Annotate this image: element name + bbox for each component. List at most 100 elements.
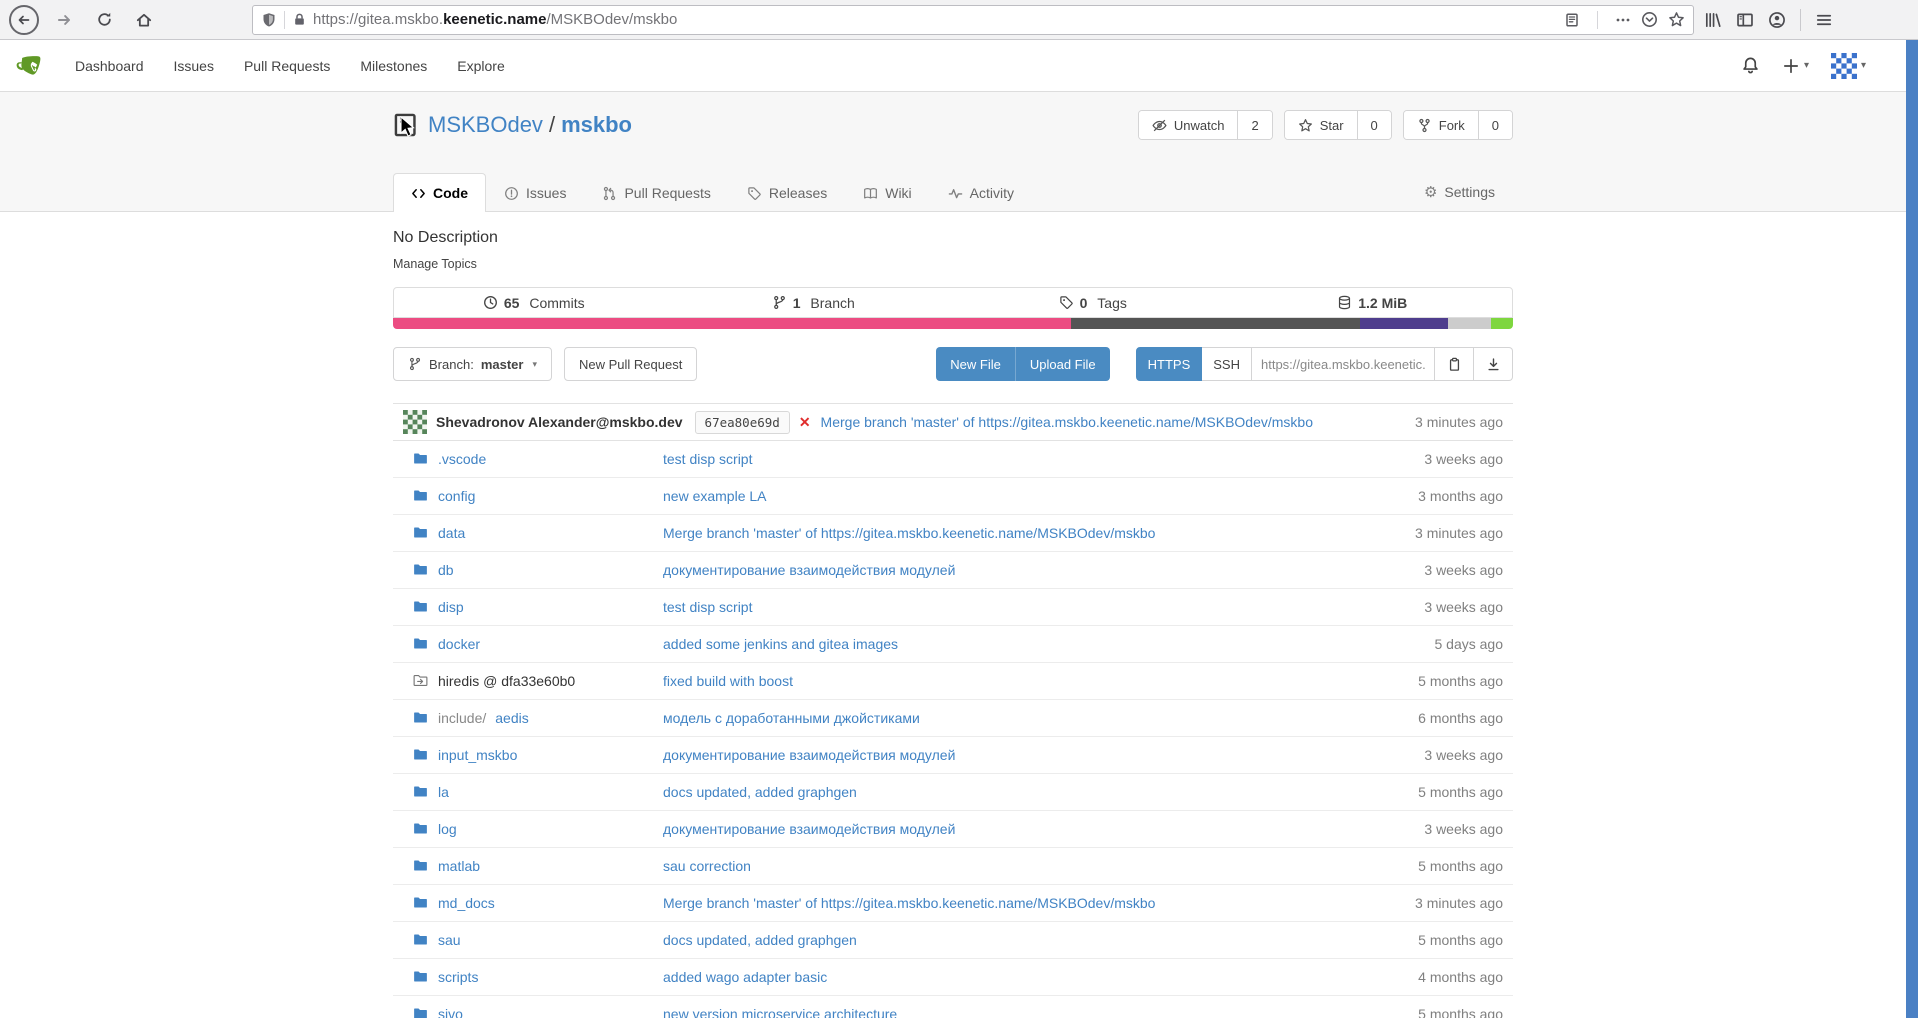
- tab-settings[interactable]: ⚙ Settings: [1406, 171, 1513, 212]
- home-button[interactable]: [128, 4, 160, 36]
- tab-label: Wiki: [885, 185, 912, 201]
- ssh-button[interactable]: SSH: [1202, 347, 1252, 381]
- nav-item-pull-requests[interactable]: Pull Requests: [229, 40, 345, 91]
- gitea-logo[interactable]: [16, 51, 46, 81]
- folder-icon: [413, 821, 429, 837]
- repo-name-link[interactable]: mskbo: [561, 112, 632, 137]
- upload-file-button[interactable]: Upload File: [1014, 347, 1110, 381]
- nav-item-explore[interactable]: Explore: [442, 40, 519, 91]
- fork-button[interactable]: Fork: [1403, 111, 1478, 139]
- manage-topics-link[interactable]: Manage Topics: [393, 257, 477, 271]
- unwatch-count[interactable]: 2: [1237, 111, 1272, 139]
- tab-wiki[interactable]: Wiki: [845, 173, 929, 212]
- branch-icon: [772, 295, 787, 310]
- file-link-sivo[interactable]: sivo: [438, 1006, 463, 1018]
- star-count[interactable]: 0: [1356, 111, 1391, 139]
- file-link-matlab[interactable]: matlab: [438, 858, 480, 874]
- stat-branch[interactable]: 1 Branch: [674, 288, 954, 317]
- file-commit-message-link[interactable]: Merge branch 'master' of https://gitea.m…: [663, 525, 1155, 541]
- file-commit-message-link[interactable]: Merge branch 'master' of https://gitea.m…: [663, 895, 1155, 911]
- latest-commit-row: Shevadronov Alexander@mskbo.dev 67ea80e6…: [393, 403, 1513, 441]
- nav-item-milestones[interactable]: Milestones: [345, 40, 442, 91]
- back-button[interactable]: [8, 4, 40, 36]
- new-file-button[interactable]: New File: [936, 347, 1015, 381]
- sidebar-icon[interactable]: [1736, 11, 1754, 29]
- file-commit-message-link[interactable]: sau correction: [663, 858, 751, 874]
- chevron-down-icon: ▾: [532, 358, 537, 369]
- commit-sha-link[interactable]: 67ea80e69d: [694, 410, 790, 434]
- pocket-icon[interactable]: [1641, 11, 1658, 28]
- file-commit-message-link[interactable]: test disp script: [663, 451, 752, 467]
- file-name-cell: include/aedis: [413, 710, 663, 726]
- notifications-button[interactable]: [1741, 56, 1760, 75]
- file-link-vscode[interactable]: .vscode: [438, 451, 486, 467]
- branch-dropdown[interactable]: Branch: master ▾: [393, 347, 552, 381]
- https-button[interactable]: HTTPS: [1135, 347, 1203, 381]
- page-scrollbar[interactable]: [1906, 40, 1918, 1018]
- file-link-la[interactable]: la: [438, 784, 449, 800]
- reader-mode-icon[interactable]: [1564, 12, 1580, 28]
- tab-pull-requests[interactable]: Pull Requests: [584, 173, 728, 212]
- create-new-button[interactable]: ▾: [1782, 57, 1809, 75]
- file-link-config[interactable]: config: [438, 488, 475, 504]
- stat-commits[interactable]: 65 Commits: [394, 288, 674, 317]
- file-commit-message-link[interactable]: docs updated, added graphgen: [663, 932, 857, 948]
- star-button[interactable]: Star: [1284, 111, 1357, 139]
- url-separator: [284, 10, 285, 29]
- tab-code[interactable]: Code: [393, 173, 486, 212]
- file-name-cell: .vscode: [413, 451, 663, 467]
- file-commit-message-link[interactable]: модель с доработанными джойстиками: [663, 710, 920, 726]
- file-link-sau[interactable]: sau: [438, 932, 461, 948]
- file-commit-message-link[interactable]: docs updated, added graphgen: [663, 784, 857, 800]
- file-commit-message-link[interactable]: документирование взаимодействия модулей: [663, 562, 955, 578]
- file-message-cell: Merge branch 'master' of https://gitea.m…: [663, 525, 1399, 541]
- file-link-md-docs[interactable]: md_docs: [438, 895, 495, 911]
- file-link-db[interactable]: db: [438, 562, 454, 578]
- tab-activity[interactable]: Activity: [930, 173, 1032, 212]
- page-actions-icon[interactable]: [1615, 12, 1631, 28]
- account-icon[interactable]: [1768, 11, 1786, 29]
- nav-item-issues[interactable]: Issues: [159, 40, 229, 91]
- menu-icon[interactable]: [1815, 11, 1833, 29]
- commit-message-link[interactable]: Merge branch 'master' of https://gitea.m…: [821, 414, 1400, 430]
- file-link-docker[interactable]: docker: [438, 636, 480, 652]
- file-message-cell: документирование взаимодействия модулей: [663, 562, 1408, 578]
- url-bar[interactable]: https://gitea.mskbo.keenetic.name/MSKBOd…: [252, 4, 1694, 35]
- file-commit-message-link[interactable]: документирование взаимодействия модулей: [663, 821, 955, 837]
- bookmark-star-icon[interactable]: [1668, 11, 1685, 28]
- ci-status-failed-icon[interactable]: ✕: [799, 414, 811, 431]
- file-commit-message-link[interactable]: fixed build with boost: [663, 673, 793, 689]
- library-icon[interactable]: [1704, 11, 1722, 29]
- stat-tags[interactable]: 0 Tags: [953, 288, 1233, 317]
- new-pull-request-button[interactable]: New Pull Request: [563, 347, 698, 381]
- file-link-log[interactable]: log: [438, 821, 457, 837]
- file-commit-message-link[interactable]: added wago adapter basic: [663, 969, 827, 985]
- nav-item-dashboard[interactable]: Dashboard: [60, 40, 159, 91]
- fork-count[interactable]: 0: [1477, 111, 1512, 139]
- file-link-scripts[interactable]: scripts: [438, 969, 478, 985]
- copy-clone-url-button[interactable]: [1435, 347, 1474, 381]
- file-link-disp[interactable]: disp: [438, 599, 464, 615]
- repo-description: No Description: [393, 229, 498, 246]
- user-menu-button[interactable]: ▾: [1830, 52, 1866, 79]
- file-commit-message-link[interactable]: new example LA: [663, 488, 767, 504]
- stat-1-2-mib[interactable]: 1.2 MiB: [1233, 288, 1513, 317]
- tab-releases[interactable]: Releases: [729, 173, 845, 212]
- unwatch-button[interactable]: Unwatch: [1138, 111, 1238, 139]
- forward-button[interactable]: [48, 4, 80, 36]
- tab-issues[interactable]: Issues: [486, 173, 584, 212]
- file-commit-message-link[interactable]: added some jenkins and gitea images: [663, 636, 898, 652]
- download-button[interactable]: [1474, 347, 1513, 381]
- file-commit-message-link[interactable]: test disp script: [663, 599, 752, 615]
- file-message-cell: test disp script: [663, 599, 1408, 615]
- file-link-input-mskbo[interactable]: input_mskbo: [438, 747, 517, 763]
- file-commit-message-link[interactable]: документирование взаимодействия модулей: [663, 747, 955, 763]
- file-link-aedis[interactable]: aedis: [495, 710, 528, 726]
- reload-button[interactable]: [88, 4, 120, 36]
- clone-url-input[interactable]: [1252, 347, 1435, 381]
- file-commit-message-link[interactable]: new version microservice architecture: [663, 1006, 897, 1018]
- repo-owner-link[interactable]: MSKBOdev: [428, 112, 543, 137]
- branch-label: Branch:: [429, 356, 474, 372]
- file-link-data[interactable]: data: [438, 525, 465, 541]
- tab-label: Activity: [969, 185, 1015, 201]
